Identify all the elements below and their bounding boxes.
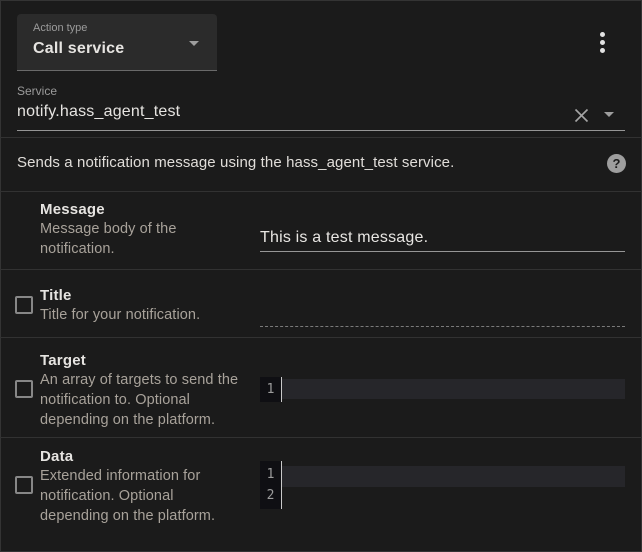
field-title-data: Data — [40, 448, 74, 465]
field-title-target: Target — [40, 352, 86, 369]
chevron-down-icon[interactable] — [604, 112, 614, 117]
field-title-message: Message — [40, 201, 105, 218]
title-input-disabled — [260, 326, 625, 327]
divider — [0, 437, 642, 438]
service-call-editor: Action type Call service Service notify.… — [0, 0, 642, 552]
data-checkbox[interactable] — [15, 476, 33, 494]
line-number: 1 — [260, 377, 281, 402]
service-description: Sends a notification message using the h… — [17, 154, 455, 171]
target-checkbox[interactable] — [15, 380, 33, 398]
question-mark-icon: ? — [612, 156, 621, 171]
title-checkbox[interactable] — [15, 296, 33, 314]
overflow-menu-button[interactable] — [592, 26, 612, 58]
clear-icon[interactable] — [571, 105, 591, 125]
field-description-title: Title for your notification. — [40, 307, 201, 323]
line-number-gutter: 1 2 — [260, 461, 281, 509]
service-input-underline — [17, 130, 625, 131]
text-cursor — [281, 461, 282, 509]
field-description-message: Message body of the notification. — [40, 221, 177, 257]
field-description-data: Extended information for notification. O… — [40, 468, 216, 524]
message-input[interactable]: This is a test message. — [260, 229, 428, 247]
text-cursor — [281, 377, 282, 402]
divider — [0, 137, 642, 138]
help-button[interactable]: ? — [607, 154, 626, 173]
action-type-label: Action type — [33, 22, 88, 34]
message-input-underline — [260, 251, 625, 252]
line-number: 1 — [266, 467, 275, 482]
kebab-menu-icon — [599, 31, 605, 37]
target-code-editor[interactable]: 1 — [260, 377, 625, 402]
data-code-editor[interactable]: 1 2 — [260, 461, 625, 509]
field-description-target: An array of targets to send the notifica… — [40, 372, 239, 428]
service-label: Service — [17, 84, 58, 98]
line-number: 2 — [266, 488, 275, 503]
action-type-select[interactable]: Action type Call service — [17, 14, 217, 71]
kebab-menu-icon — [599, 39, 605, 45]
divider — [0, 269, 642, 270]
service-input[interactable]: notify.hass_agent_test — [17, 103, 180, 121]
code-editor-line — [281, 466, 625, 487]
kebab-menu-icon — [599, 47, 605, 53]
divider — [0, 191, 642, 192]
chevron-down-icon — [189, 41, 199, 46]
field-title-title: Title — [40, 287, 72, 304]
code-editor-line — [281, 379, 625, 399]
action-type-value: Call service — [33, 40, 125, 57]
divider — [0, 337, 642, 338]
